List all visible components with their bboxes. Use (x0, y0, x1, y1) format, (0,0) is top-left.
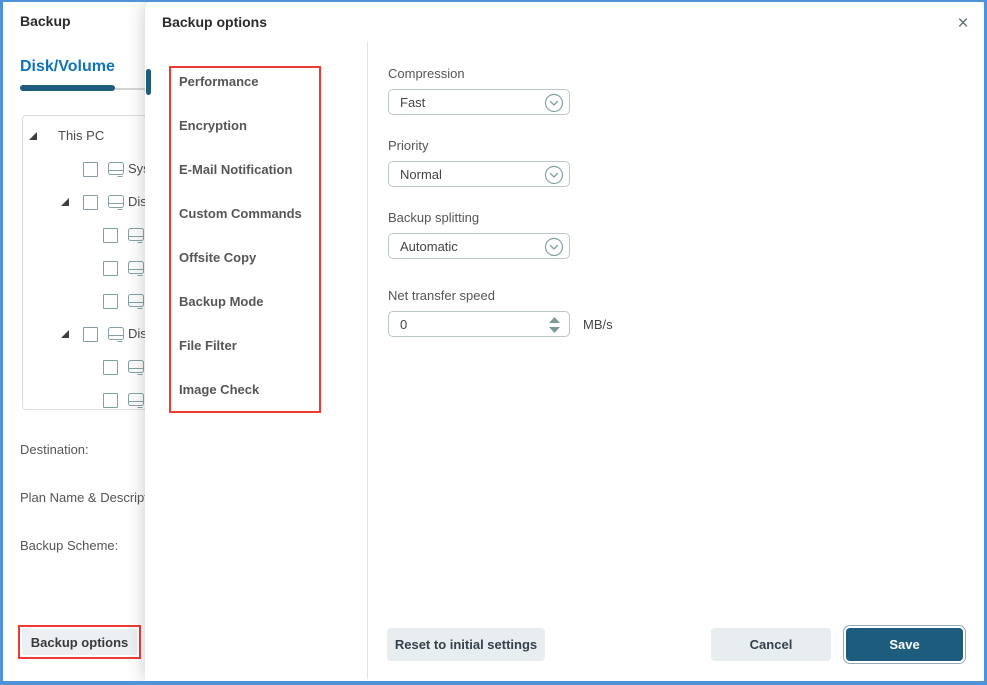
stepper-arrows (549, 316, 560, 334)
sidebar-item-email-notification[interactable]: E-Mail Notification (179, 160, 292, 180)
checkbox[interactable] (103, 261, 118, 276)
speed-unit-label: MB/s (583, 317, 613, 332)
tab-baseline (115, 88, 147, 90)
net-transfer-speed-label: Net transfer speed (388, 288, 495, 303)
tree-row-disk2[interactable]: Dis (23, 324, 146, 344)
drive-icon (128, 261, 144, 276)
stepper-down-icon[interactable] (549, 327, 560, 333)
drive-icon (128, 228, 144, 243)
priority-label: Priority (388, 138, 429, 153)
tree-row-partition[interactable] (23, 258, 146, 278)
close-icon[interactable]: × (950, 11, 976, 37)
checkbox[interactable] (103, 294, 118, 309)
tree-row-partition[interactable] (23, 291, 146, 311)
drive-icon (108, 195, 124, 210)
tree-row-partition[interactable] (23, 225, 146, 245)
backup-splitting-label: Backup splitting (388, 210, 480, 225)
chevron-down-circle-icon (544, 237, 564, 257)
highlight-rectangle-sidebar: Performance Encryption E-Mail Notificati… (169, 66, 321, 413)
drive-icon (128, 294, 144, 309)
net-transfer-speed-value: 0 (400, 317, 408, 332)
chevron-down-circle-icon (544, 93, 564, 113)
drive-icon (108, 162, 124, 177)
highlight-rectangle-backup-options: Backup options (18, 625, 141, 659)
checkbox[interactable] (103, 393, 118, 408)
sidebar-item-offsite-copy[interactable]: Offsite Copy (179, 248, 256, 268)
checkbox[interactable] (103, 228, 118, 243)
checkbox[interactable] (83, 327, 98, 342)
checkbox[interactable] (83, 162, 98, 177)
compression-label: Compression (388, 66, 465, 81)
tree-label: Dis (128, 326, 147, 341)
destination-label: Destination: (20, 442, 89, 457)
tree-label: This PC (58, 128, 105, 143)
checkbox[interactable] (103, 360, 118, 375)
sidebar-item-backup-mode[interactable]: Backup Mode (179, 292, 264, 312)
tree-label: Dis (128, 194, 147, 209)
compression-value: Fast (400, 95, 426, 110)
window-title: Backup (20, 13, 71, 29)
tab-active-underline (20, 85, 115, 91)
scrollbar-thumb[interactable] (146, 69, 151, 95)
backup-options-dialog: Backup options × Performance Encryption … (145, 2, 984, 681)
priority-select[interactable]: Normal (388, 161, 570, 187)
checkbox[interactable] (83, 195, 98, 210)
sidebar-item-custom-commands[interactable]: Custom Commands (179, 204, 302, 224)
cancel-button[interactable]: Cancel (711, 628, 831, 661)
tree-row-disk1[interactable]: Dis (23, 192, 146, 212)
vertical-divider (367, 42, 368, 679)
backup-splitting-value: Automatic (400, 239, 458, 254)
tree-row-this-pc[interactable]: This PC (23, 126, 146, 146)
sidebar-item-file-filter[interactable]: File Filter (179, 336, 237, 356)
save-button[interactable]: Save (846, 628, 963, 661)
sidebar-item-encryption[interactable]: Encryption (179, 116, 247, 136)
drive-icon (108, 327, 124, 342)
sidebar-item-image-check[interactable]: Image Check (179, 380, 259, 400)
backup-options-button[interactable]: Backup options (22, 629, 137, 655)
tree-expander-icon[interactable] (61, 330, 69, 338)
tree-row-system[interactable]: Sys (23, 159, 146, 179)
stepper-up-icon[interactable] (549, 317, 560, 323)
priority-value: Normal (400, 167, 442, 182)
tree-row-partition[interactable] (23, 390, 146, 409)
sidebar-item-performance[interactable]: Performance (179, 72, 258, 92)
backup-splitting-select[interactable]: Automatic (388, 233, 570, 259)
drive-icon (128, 360, 144, 375)
chevron-down-circle-icon (544, 165, 564, 185)
reset-button[interactable]: Reset to initial settings (387, 628, 545, 661)
tree-expander-icon[interactable] (29, 132, 37, 140)
drive-icon (128, 393, 144, 408)
tab-disk-volume[interactable]: Disk/Volume (20, 58, 115, 76)
backup-scheme-label: Backup Scheme: (20, 538, 119, 553)
compression-select[interactable]: Fast (388, 89, 570, 115)
tree-row-partition[interactable] (23, 357, 146, 377)
tree-expander-icon[interactable] (61, 198, 69, 206)
dialog-title: Backup options (162, 14, 268, 30)
disk-volume-tree: This PC Sys Dis (22, 115, 147, 410)
net-transfer-speed-stepper[interactable]: 0 (388, 311, 570, 337)
